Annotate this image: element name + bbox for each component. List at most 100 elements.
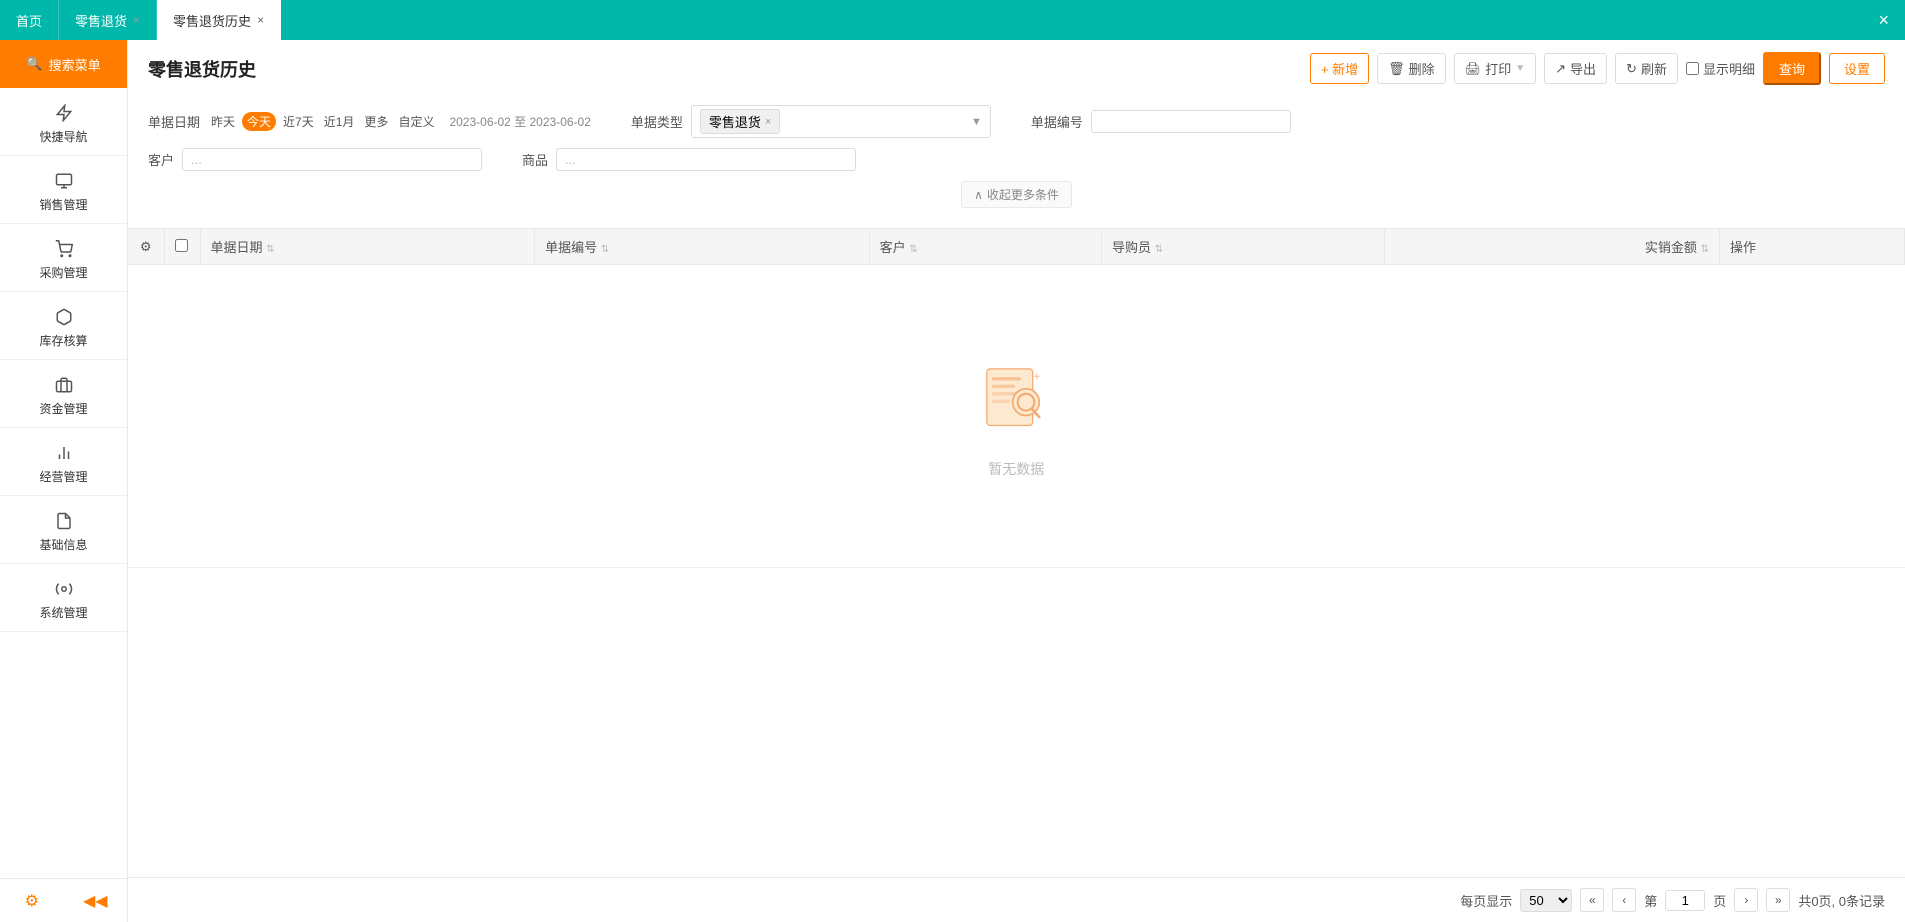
- date-btn-7days[interactable]: 近7天: [280, 112, 317, 131]
- operations-icon: [53, 442, 75, 464]
- export-button[interactable]: ↗ 导出: [1544, 53, 1607, 84]
- sort-number-icon[interactable]: ⇅: [601, 244, 609, 255]
- date-btn-custom[interactable]: 自定义: [395, 112, 437, 131]
- per-page-select[interactable]: 20 50 100: [1520, 889, 1572, 912]
- date-shortcuts: 昨天 今天 近7天 近1月 更多 自定义: [208, 112, 437, 131]
- sidebar-item-basic-info-label: 基础信息: [39, 536, 87, 553]
- type-label: 单据类型: [631, 112, 683, 131]
- refresh-button[interactable]: ↻ 刷新: [1615, 53, 1678, 84]
- tab-retail-return-close[interactable]: ×: [133, 13, 140, 27]
- sidebar-item-purchase-label: 采购管理: [39, 264, 87, 281]
- date-btn-yesterday[interactable]: 昨天: [208, 112, 238, 131]
- last-page-btn[interactable]: »: [1766, 888, 1790, 912]
- audio-icon: ◀◀: [83, 891, 108, 911]
- sort-date-icon[interactable]: ⇅: [266, 244, 274, 255]
- sidebar-item-inventory[interactable]: 库存核算: [0, 292, 127, 360]
- search-menu-bar[interactable]: 🔍 搜索菜单: [0, 40, 127, 88]
- export-icon: ↗: [1555, 61, 1566, 77]
- date-btn-more[interactable]: 更多: [361, 112, 391, 131]
- sidebar-item-operations-label: 经营管理: [39, 468, 87, 485]
- page-number-input[interactable]: [1665, 890, 1705, 911]
- sidebar-item-basic-info[interactable]: 基础信息: [0, 496, 127, 564]
- settings-gear-icon: ⚙: [25, 891, 39, 911]
- filter-row-2: 客户 ... 商品 ...: [148, 148, 1885, 171]
- window-close-button[interactable]: ×: [1862, 0, 1905, 40]
- date-range-display: 2023-06-02 至 2023-06-02: [449, 113, 590, 130]
- new-button[interactable]: + 新增: [1310, 53, 1369, 84]
- sidebar-item-finance[interactable]: 资金管理: [0, 360, 127, 428]
- th-settings[interactable]: ⚙: [128, 229, 164, 265]
- filter-goods: 商品 ...: [522, 148, 856, 171]
- th-guide[interactable]: 导购员 ⇅: [1101, 229, 1384, 265]
- top-bar: 首页 零售退货 × 零售退货历史 × ×: [0, 0, 1905, 40]
- sidebar-item-sales-mgmt[interactable]: 销售管理: [0, 156, 127, 224]
- page-title: 零售退货历史: [148, 56, 256, 82]
- first-page-icon: «: [1589, 893, 1596, 907]
- th-customer-label: 客户: [880, 240, 906, 255]
- sidebar-item-inventory-label: 库存核算: [39, 332, 87, 349]
- next-page-btn[interactable]: ›: [1734, 888, 1758, 912]
- delete-icon: 🗑: [1388, 61, 1405, 77]
- sort-amount-icon[interactable]: ⇅: [1701, 244, 1709, 255]
- th-amount[interactable]: 实销金额 ⇅: [1385, 229, 1720, 265]
- total-label: 共0页, 0条记录: [1798, 891, 1885, 910]
- finance-icon: [53, 374, 75, 396]
- sidebar-audio-btn[interactable]: ◀◀: [64, 879, 128, 922]
- query-button[interactable]: 查询: [1763, 52, 1821, 85]
- th-guide-label: 导购员: [1112, 240, 1151, 255]
- data-table: ⚙ 单据日期 ⇅ 单据编号 ⇅: [128, 229, 1905, 568]
- page-label: 第: [1644, 891, 1657, 910]
- content-area: 零售退货历史 + 新增 🗑 删除 🖨 打印 ▼ ↗ 导出: [128, 40, 1905, 922]
- delete-button[interactable]: 🗑 删除: [1377, 53, 1446, 84]
- sidebar-item-sys-mgmt[interactable]: 系统管理: [0, 564, 127, 632]
- th-action: 操作: [1719, 229, 1904, 265]
- type-tag-close[interactable]: ×: [765, 116, 771, 128]
- next-page-icon: ›: [1744, 893, 1748, 907]
- quick-nav-icon: [53, 102, 75, 124]
- show-detail-checkbox[interactable]: 显示明细: [1686, 59, 1755, 78]
- first-page-btn[interactable]: «: [1580, 888, 1604, 912]
- search-menu-label: 搜索菜单: [49, 55, 101, 74]
- tab-home-label: 首页: [16, 11, 42, 30]
- prev-page-btn[interactable]: ‹: [1612, 888, 1636, 912]
- sidebar-item-purchase-mgmt[interactable]: 采购管理: [0, 224, 127, 292]
- toolbar: + 新增 🗑 删除 🖨 打印 ▼ ↗ 导出 ↻: [1310, 52, 1885, 85]
- sort-customer-icon[interactable]: ⇅: [909, 244, 917, 255]
- customer-select-btn[interactable]: ...: [182, 148, 482, 171]
- collapse-filter-btn[interactable]: ∧ 收起更多条件: [961, 181, 1072, 208]
- page-title-row: 零售退货历史 + 新增 🗑 删除 🖨 打印 ▼ ↗ 导出: [148, 52, 1885, 85]
- th-number[interactable]: 单据编号 ⇅: [535, 229, 870, 265]
- inventory-icon: [53, 306, 75, 328]
- tab-retail-return[interactable]: 零售退货 ×: [59, 0, 157, 40]
- th-action-label: 操作: [1730, 240, 1756, 255]
- tab-retail-return-history-close[interactable]: ×: [257, 13, 264, 27]
- date-btn-1month[interactable]: 近1月: [321, 112, 358, 131]
- print-button[interactable]: 🖨 打印 ▼: [1454, 53, 1536, 84]
- basic-info-icon: [53, 510, 75, 532]
- empty-state: 暂无数据: [138, 273, 1895, 559]
- sort-guide-icon[interactable]: ⇅: [1155, 244, 1163, 255]
- sidebar-item-quick-nav[interactable]: 快捷导航: [0, 88, 127, 156]
- goods-select-btn[interactable]: ...: [556, 148, 856, 171]
- show-detail-check[interactable]: [1686, 62, 1699, 75]
- select-all-checkbox[interactable]: [175, 239, 188, 252]
- settings-button[interactable]: 设置: [1829, 53, 1885, 84]
- th-date[interactable]: 单据日期 ⇅: [200, 229, 535, 265]
- main-layout: 🔍 搜索菜单 快捷导航 销售管理 采购管理 库存核算: [0, 40, 1905, 922]
- page-unit: 页: [1713, 891, 1726, 910]
- pagination-bar: 每页显示 20 50 100 « ‹ 第 页 › » 共0页, 0条记录: [128, 877, 1905, 922]
- th-amount-label: 实销金额: [1645, 240, 1697, 255]
- tab-home[interactable]: 首页: [0, 0, 59, 40]
- date-btn-today[interactable]: 今天: [242, 112, 276, 131]
- type-select[interactable]: 零售退货 × ▼: [691, 105, 991, 138]
- table-body: 暂无数据: [128, 265, 1905, 568]
- th-customer[interactable]: 客户 ⇅: [869, 229, 1101, 265]
- sidebar-item-sales-label: 销售管理: [39, 196, 87, 213]
- column-settings-icon[interactable]: ⚙: [140, 239, 152, 254]
- voucher-input[interactable]: [1091, 110, 1291, 133]
- sidebar-settings-btn[interactable]: ⚙: [0, 879, 64, 922]
- empty-state-cell: 暂无数据: [128, 265, 1905, 568]
- sidebar-item-operations[interactable]: 经营管理: [0, 428, 127, 496]
- tab-retail-return-history[interactable]: 零售退货历史 ×: [157, 0, 281, 40]
- goods-label: 商品: [522, 150, 548, 169]
